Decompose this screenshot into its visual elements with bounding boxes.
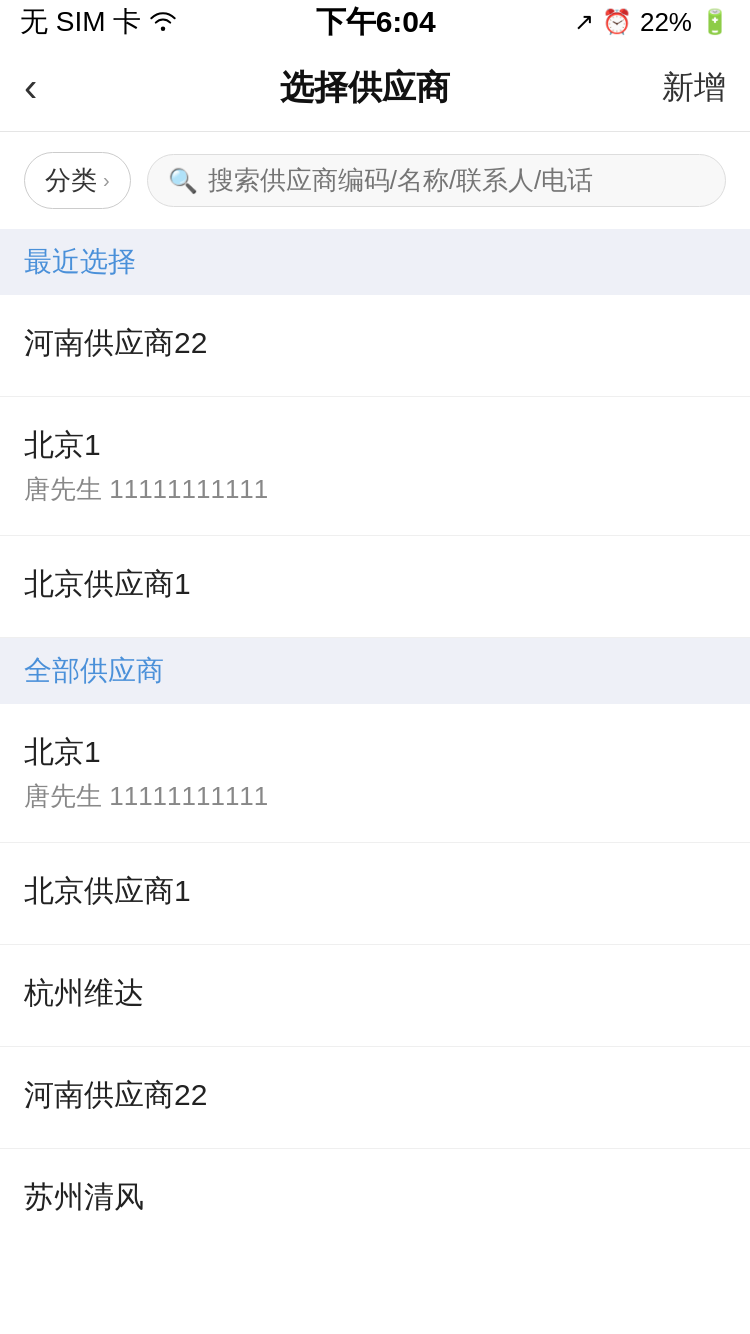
item-name: 河南供应商22 (24, 323, 726, 364)
location-icon: ↗ (574, 8, 594, 36)
battery-icon: 🔋 (700, 8, 730, 36)
recent-section-header: 最近选择 (0, 229, 750, 295)
list-item[interactable]: 河南供应商22 (0, 1047, 750, 1149)
battery-text: 22% (640, 7, 692, 38)
status-right: ↗ ⏰ 22% 🔋 (574, 7, 730, 38)
page-title: 选择供应商 (280, 65, 450, 111)
item-name: 北京供应商1 (24, 564, 726, 605)
status-time: 下午6:04 (316, 2, 436, 43)
back-button[interactable]: ‹ (24, 65, 84, 110)
status-left: 无 SIM 卡 (20, 3, 177, 41)
category-label: 分类 (45, 163, 97, 198)
category-button[interactable]: 分类 › (24, 152, 131, 209)
nav-bar: ‹ 选择供应商 新增 (0, 44, 750, 132)
search-input[interactable] (208, 165, 705, 196)
list-item[interactable]: 杭州维达 (0, 945, 750, 1047)
all-section-header: 全部供应商 (0, 638, 750, 704)
list-item[interactable]: 北京供应商1 (0, 536, 750, 638)
chevron-right-icon: › (103, 169, 110, 192)
add-button[interactable]: 新增 (646, 66, 726, 110)
item-name: 苏州清风 (24, 1177, 726, 1218)
alarm-icon: ⏰ (602, 8, 632, 36)
list-item[interactable]: 苏州清风 (0, 1149, 750, 1250)
item-name: 河南供应商22 (24, 1075, 726, 1116)
item-name: 杭州维达 (24, 973, 726, 1014)
status-bar: 无 SIM 卡 下午6:04 ↗ ⏰ 22% 🔋 (0, 0, 750, 44)
search-bar[interactable]: 🔍 (147, 154, 726, 207)
list-item[interactable]: 北京1 唐先生 11111111111 (0, 397, 750, 536)
item-sub: 唐先生 11111111111 (24, 779, 726, 814)
list-item[interactable]: 北京1 唐先生 11111111111 (0, 704, 750, 843)
carrier-text: 无 SIM 卡 (20, 3, 141, 41)
recent-list: 河南供应商22 北京1 唐先生 11111111111 北京供应商1 (0, 295, 750, 638)
item-name: 北京1 (24, 732, 726, 773)
list-item[interactable]: 河南供应商22 (0, 295, 750, 397)
wifi-icon (149, 6, 177, 38)
filter-bar: 分类 › 🔍 (0, 132, 750, 229)
item-sub: 唐先生 11111111111 (24, 472, 726, 507)
item-name: 北京1 (24, 425, 726, 466)
search-icon: 🔍 (168, 167, 198, 195)
list-item[interactable]: 北京供应商1 (0, 843, 750, 945)
item-name: 北京供应商1 (24, 871, 726, 912)
all-list: 北京1 唐先生 11111111111 北京供应商1 杭州维达 河南供应商22 … (0, 704, 750, 1250)
